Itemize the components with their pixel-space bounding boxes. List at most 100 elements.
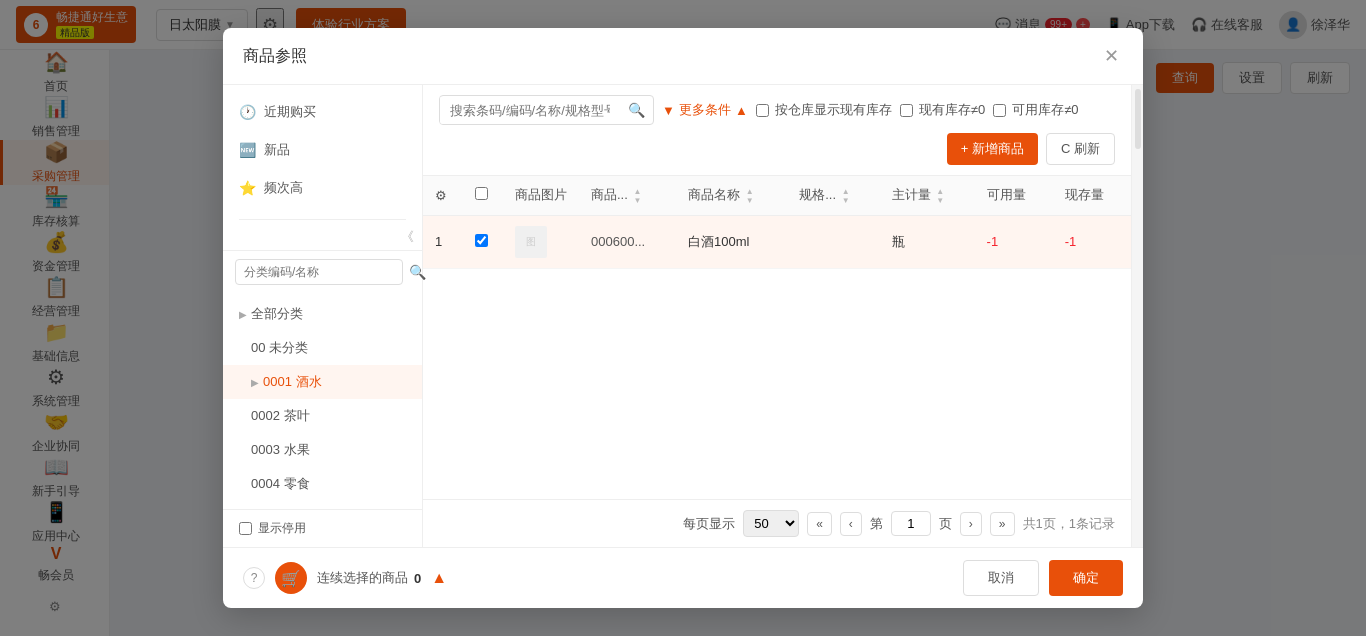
footer-right: 取消 确定 bbox=[963, 560, 1123, 596]
footer-left: ? 🛒 连续选择的商品 0 ▲ bbox=[243, 562, 447, 594]
modal-header: 商品参照 ✕ bbox=[223, 28, 1143, 85]
pagination-bar: 每页显示 50 10 20 100 « ‹ 第 页 › » 共1页，1条记录 bbox=[423, 499, 1131, 547]
modal-close-button[interactable]: ✕ bbox=[1099, 44, 1123, 68]
toolbar-actions: + 新增商品 C 刷新 bbox=[947, 133, 1115, 165]
col-checkbox bbox=[463, 176, 503, 215]
tab-recent-purchase[interactable]: 🕐 近期购买 bbox=[223, 93, 422, 131]
product-thumbnail: 图 bbox=[515, 226, 547, 258]
product-search-input[interactable] bbox=[440, 97, 620, 124]
tab-frequent[interactable]: ⭐ 频次高 bbox=[223, 169, 422, 207]
cancel-button[interactable]: 取消 bbox=[963, 560, 1039, 596]
spec-sort-icon: ▲▼ bbox=[842, 187, 850, 205]
col-stock: 现存量 bbox=[1053, 176, 1131, 215]
usable-checkbox[interactable] bbox=[993, 104, 1006, 117]
col-code[interactable]: 商品... ▲▼ bbox=[579, 176, 676, 215]
panel-divider bbox=[239, 219, 406, 220]
frequent-label: 频次高 bbox=[264, 179, 303, 197]
left-panel: 🕐 近期购买 🆕 新品 ⭐ 频次高 《 bbox=[223, 85, 423, 547]
table-row[interactable]: 1 图 000600... 白酒100ml 瓶 bbox=[423, 215, 1131, 268]
product-reference-modal: 商品参照 ✕ 🕐 近期购买 🆕 新品 ⭐ 频次高 bbox=[223, 28, 1143, 608]
scrollbar[interactable] bbox=[1131, 85, 1143, 547]
tree-item-uncategorized[interactable]: 00 未分类 bbox=[223, 331, 422, 365]
product-search-icon[interactable]: 🔍 bbox=[620, 96, 653, 124]
more-filter-button[interactable]: ▼ 更多条件 ▲ bbox=[662, 101, 748, 119]
right-panel: 🔍 ▼ 更多条件 ▲ 按仓库显示现有库存 现有库存≠0 bbox=[423, 85, 1131, 547]
cart-button[interactable]: 🛒 bbox=[275, 562, 307, 594]
usable-filter-group[interactable]: 可用库存≠0 bbox=[993, 101, 1078, 119]
col-spec[interactable]: 规格... ▲▼ bbox=[787, 176, 879, 215]
page-total-info: 共1页，1条记录 bbox=[1023, 515, 1115, 533]
row-image-cell: 图 bbox=[503, 215, 579, 268]
col-settings[interactable]: ⚙ bbox=[423, 176, 463, 215]
show-disabled-checkbox-area[interactable]: 显示停用 bbox=[223, 509, 422, 547]
col-unit[interactable]: 主计量 ▲▼ bbox=[880, 176, 975, 215]
page-number-input[interactable] bbox=[891, 511, 931, 536]
help-button[interactable]: ? bbox=[243, 567, 265, 589]
modal-title: 商品参照 bbox=[243, 46, 307, 67]
left-panel-tabs: 🕐 近期购买 🆕 新品 ⭐ 频次高 bbox=[223, 85, 422, 215]
warehouse-filter-group[interactable]: 按仓库显示现有库存 bbox=[756, 101, 892, 119]
cart-label-area[interactable]: 连续选择的商品 0 bbox=[317, 569, 421, 587]
product-table-body: 1 图 000600... 白酒100ml 瓶 bbox=[423, 215, 1131, 268]
tree-item-liquor[interactable]: ▶ 0001 酒水 bbox=[223, 365, 422, 399]
modal-toolbar: 🔍 ▼ 更多条件 ▲ 按仓库显示现有库存 现有库存≠0 bbox=[423, 85, 1131, 176]
tree-item-tea[interactable]: 0002 茶叶 bbox=[223, 399, 422, 433]
star-icon: ⭐ bbox=[239, 180, 256, 196]
confirm-button[interactable]: 确定 bbox=[1049, 560, 1123, 596]
tree-arrow-0001: ▶ bbox=[251, 377, 259, 388]
filter-icon: ▼ bbox=[662, 103, 675, 118]
unit-sort-icon: ▲▼ bbox=[936, 187, 944, 205]
modal-overlay: 商品参照 ✕ 🕐 近期购买 🆕 新品 ⭐ 频次高 bbox=[0, 0, 1366, 636]
col-unit-label: 主计量 bbox=[892, 187, 931, 202]
add-product-button[interactable]: + 新增商品 bbox=[947, 133, 1038, 165]
col-spec-label: 规格... bbox=[799, 187, 836, 202]
tree-item-snacks[interactable]: 0004 零食 bbox=[223, 467, 422, 501]
last-page-button[interactable]: » bbox=[990, 512, 1015, 536]
select-all-checkbox[interactable] bbox=[475, 187, 488, 200]
row-checkbox[interactable] bbox=[475, 234, 488, 247]
filter-arrow-icon: ▲ bbox=[735, 103, 748, 118]
row-available: -1 bbox=[975, 215, 1053, 268]
row-name: 白酒100ml bbox=[676, 215, 787, 268]
tree-item-all[interactable]: ▶ 全部分类 bbox=[223, 297, 422, 331]
first-page-button[interactable]: « bbox=[807, 512, 832, 536]
show-disabled-checkbox[interactable] bbox=[239, 522, 252, 535]
available-filter-label: 现有库存≠0 bbox=[919, 101, 985, 119]
tree-item-drinks[interactable]: 0005 饮料 bbox=[223, 501, 422, 509]
panel-collapse-btn[interactable]: 《 bbox=[223, 224, 422, 250]
row-checkbox-cell bbox=[463, 215, 503, 268]
col-name-label: 商品名称 bbox=[688, 187, 740, 202]
tab-new-product[interactable]: 🆕 新品 bbox=[223, 131, 422, 169]
warehouse-filter-label: 按仓库显示现有库存 bbox=[775, 101, 892, 119]
footer-collapse-icon[interactable]: ▲ bbox=[431, 569, 447, 587]
available-filter-group[interactable]: 现有库存≠0 bbox=[900, 101, 985, 119]
row-spec bbox=[787, 215, 879, 268]
recent-purchase-label: 近期购买 bbox=[264, 103, 316, 121]
new-icon: 🆕 bbox=[239, 142, 256, 158]
page-label: 第 bbox=[870, 515, 883, 533]
warehouse-checkbox[interactable] bbox=[756, 104, 769, 117]
category-tree: ▶ 全部分类 00 未分类 ▶ 0001 酒水 0002 茶叶 0003 水果 bbox=[223, 293, 422, 509]
tree-label-0001: 0001 酒水 bbox=[263, 373, 322, 391]
available-checkbox[interactable] bbox=[900, 104, 913, 117]
page-size-select[interactable]: 50 10 20 100 bbox=[743, 510, 799, 537]
refresh-button[interactable]: C 刷新 bbox=[1046, 133, 1115, 165]
page-unit-label: 页 bbox=[939, 515, 952, 533]
tree-label-0002: 0002 茶叶 bbox=[251, 407, 310, 425]
col-available: 可用量 bbox=[975, 176, 1053, 215]
col-image: 商品图片 bbox=[503, 176, 579, 215]
tree-label-0003: 0003 水果 bbox=[251, 441, 310, 459]
product-table: ⚙ 商品图片 商品... ▲▼ 商品名称 ▲▼ bbox=[423, 176, 1131, 269]
modal-footer: ? 🛒 连续选择的商品 0 ▲ 取消 确定 bbox=[223, 547, 1143, 608]
modal-body: 🕐 近期购买 🆕 新品 ⭐ 频次高 《 bbox=[223, 85, 1143, 547]
prev-page-button[interactable]: ‹ bbox=[840, 512, 862, 536]
name-sort-icon: ▲▼ bbox=[746, 187, 754, 205]
tree-item-fruit[interactable]: 0003 水果 bbox=[223, 433, 422, 467]
col-name[interactable]: 商品名称 ▲▼ bbox=[676, 176, 787, 215]
cart-label-text: 连续选择的商品 bbox=[317, 569, 408, 587]
next-page-button[interactable]: › bbox=[960, 512, 982, 536]
tree-label-0004: 0004 零食 bbox=[251, 475, 310, 493]
show-disabled-label: 显示停用 bbox=[258, 520, 306, 537]
row-seq: 1 bbox=[423, 215, 463, 268]
category-search-input[interactable] bbox=[235, 259, 403, 285]
